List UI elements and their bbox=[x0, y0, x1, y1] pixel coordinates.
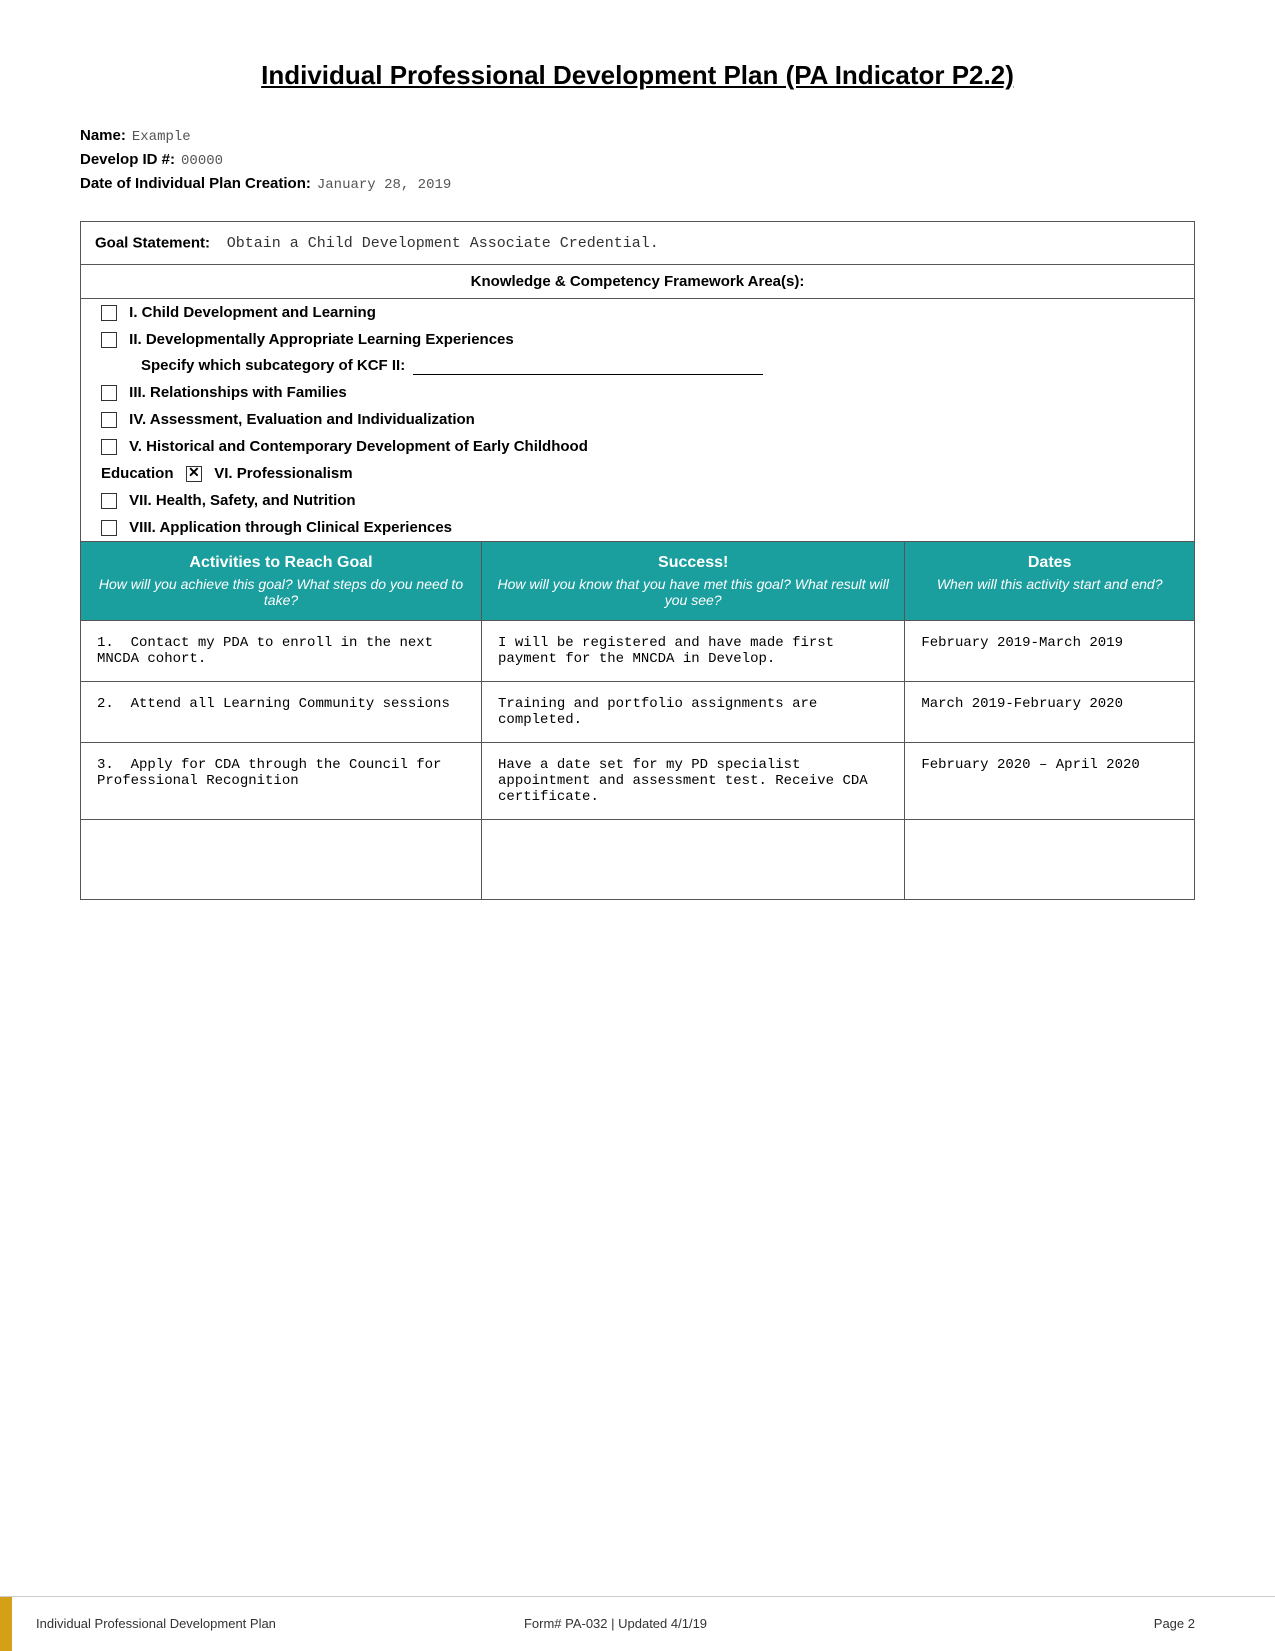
kcf-item-II: II. Developmentally Appropriate Learning… bbox=[81, 326, 1195, 353]
checkbox-III[interactable] bbox=[101, 385, 117, 401]
col2-main: Success! bbox=[492, 554, 894, 572]
col2-sub: How will you know that you have met this… bbox=[492, 576, 894, 608]
col3-main: Dates bbox=[915, 554, 1184, 572]
main-table: Goal Statement: Obtain a Child Developme… bbox=[80, 221, 1195, 900]
empty-cell-2 bbox=[482, 820, 905, 900]
activity-3: 3. Apply for CDA through the Council for… bbox=[81, 743, 482, 820]
row-number-1: 1. bbox=[97, 635, 131, 651]
checkbox-IV[interactable] bbox=[101, 412, 117, 428]
kcf-label-VII: VII. Health, Safety, and Nutrition bbox=[129, 492, 355, 509]
kcf-header-cell: Knowledge & Competency Framework Area(s)… bbox=[81, 265, 1195, 299]
empty-cell-1 bbox=[81, 820, 482, 900]
kcf-label-II-sub: Specify which subcategory of KCF II: bbox=[141, 357, 763, 374]
kcf-subcategory-field[interactable] bbox=[413, 357, 763, 375]
col3-header: Dates When will this activity start and … bbox=[905, 542, 1195, 621]
checkbox-VIII[interactable] bbox=[101, 520, 117, 536]
dates-2: March 2019-February 2020 bbox=[905, 682, 1195, 743]
kcf-vi-prefix: Education bbox=[101, 465, 174, 482]
name-label: Name: bbox=[80, 127, 126, 144]
table-row: 2. Attend all Learning Community session… bbox=[81, 682, 1195, 743]
page-title: Individual Professional Development Plan… bbox=[80, 60, 1195, 91]
develop-id-label: Develop ID #: bbox=[80, 151, 175, 168]
goal-cell: Goal Statement: Obtain a Child Developme… bbox=[81, 222, 1195, 265]
develop-id-field: Develop ID #: 00000 bbox=[80, 151, 1195, 169]
checkbox-VII[interactable] bbox=[101, 493, 117, 509]
kcf-label-III: III. Relationships with Families bbox=[129, 384, 347, 401]
col1-main: Activities to Reach Goal bbox=[91, 554, 471, 572]
goal-label: Goal Statement: bbox=[95, 235, 210, 252]
page-footer: Individual Professional Development Plan… bbox=[0, 1596, 1275, 1650]
kcf-label-II: II. Developmentally Appropriate Learning… bbox=[129, 331, 514, 348]
checkbox-II[interactable] bbox=[101, 332, 117, 348]
footer-center: Form# PA-032 | Updated 4/1/19 bbox=[422, 1616, 808, 1631]
table-row: 1. Contact my PDA to enroll in the next … bbox=[81, 621, 1195, 682]
page-container: Individual Professional Development Plan… bbox=[0, 0, 1275, 1650]
footer-right: Page 2 bbox=[809, 1616, 1275, 1631]
develop-id-value: 00000 bbox=[181, 153, 223, 169]
kcf-label-IV: IV. Assessment, Evaluation and Individua… bbox=[129, 411, 475, 428]
footer-left: Individual Professional Development Plan bbox=[36, 1616, 422, 1631]
checkbox-I[interactable] bbox=[101, 305, 117, 321]
success-2: Training and portfolio assignments are c… bbox=[482, 682, 905, 743]
kcf-item-III: III. Relationships with Families bbox=[81, 379, 1195, 406]
activity-2: 2. Attend all Learning Community session… bbox=[81, 682, 482, 743]
col3-sub: When will this activity start and end? bbox=[915, 576, 1184, 592]
col1-sub: How will you achieve this goal? What ste… bbox=[91, 576, 471, 608]
dates-3: February 2020 – April 2020 bbox=[905, 743, 1195, 820]
activities-header: Activities to Reach Goal How will you ac… bbox=[81, 542, 1195, 621]
date-label: Date of Individual Plan Creation: bbox=[80, 175, 311, 192]
kcf-label-VI: VI. Professionalism bbox=[214, 465, 352, 482]
success-1: I will be registered and have made first… bbox=[482, 621, 905, 682]
goal-value: Obtain a Child Development Associate Cre… bbox=[227, 235, 659, 252]
empty-cell-3 bbox=[905, 820, 1195, 900]
kcf-item-VII: VII. Health, Safety, and Nutrition bbox=[81, 487, 1195, 514]
name-value: Example bbox=[132, 129, 191, 145]
kcf-header-row: Knowledge & Competency Framework Area(s)… bbox=[81, 265, 1195, 299]
footer-accent bbox=[0, 1597, 12, 1651]
success-3: Have a date set for my PD specialist app… bbox=[482, 743, 905, 820]
goal-row: Goal Statement: Obtain a Child Developme… bbox=[81, 222, 1195, 265]
activity-1: 1. Contact my PDA to enroll in the next … bbox=[81, 621, 482, 682]
header-fields: Name: Example Develop ID #: 00000 Date o… bbox=[80, 127, 1195, 193]
kcf-item-V: V. Historical and Contemporary Developme… bbox=[81, 433, 1195, 460]
checkbox-VI[interactable] bbox=[186, 466, 202, 482]
kcf-item-IV: IV. Assessment, Evaluation and Individua… bbox=[81, 406, 1195, 433]
kcf-label-I: I. Child Development and Learning bbox=[129, 304, 376, 321]
kcf-item-I: I. Child Development and Learning bbox=[81, 299, 1195, 327]
col2-header: Success! How will you know that you have… bbox=[482, 542, 905, 621]
kcf-label-VIII: VIII. Application through Clinical Exper… bbox=[129, 519, 452, 536]
date-value: January 28, 2019 bbox=[317, 177, 451, 193]
name-field: Name: Example bbox=[80, 127, 1195, 145]
row-number-2: 2. bbox=[97, 696, 131, 712]
kcf-item-VI: Education VI. Professionalism bbox=[81, 460, 1195, 487]
empty-row bbox=[81, 820, 1195, 900]
table-row: 3. Apply for CDA through the Council for… bbox=[81, 743, 1195, 820]
dates-1: February 2019-March 2019 bbox=[905, 621, 1195, 682]
row-number-3: 3. bbox=[97, 757, 131, 773]
checkbox-V[interactable] bbox=[101, 439, 117, 455]
kcf-item-II-sub: Specify which subcategory of KCF II: bbox=[81, 353, 1195, 379]
kcf-label-V: V. Historical and Contemporary Developme… bbox=[129, 438, 588, 455]
date-field: Date of Individual Plan Creation: Januar… bbox=[80, 175, 1195, 193]
col1-header: Activities to Reach Goal How will you ac… bbox=[81, 542, 482, 621]
kcf-item-VIII: VIII. Application through Clinical Exper… bbox=[81, 514, 1195, 542]
